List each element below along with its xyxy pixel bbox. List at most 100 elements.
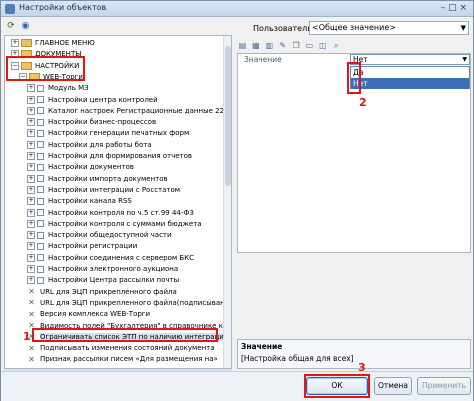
expand-icon[interactable]: + bbox=[27, 253, 35, 262]
tree-item[interactable]: ✕ Подписывать изменения состояний докумен… bbox=[27, 343, 215, 354]
settings-node-icon bbox=[37, 276, 44, 284]
cancel-button[interactable]: Отмена bbox=[374, 377, 412, 395]
tree-item[interactable]: + Настройки центра контролей bbox=[27, 95, 158, 106]
scrollbar-thumb[interactable] bbox=[225, 46, 231, 186]
tree-item[interactable]: + Настройки бизнес-процессов bbox=[27, 117, 156, 128]
tree-item[interactable]: + ГЛАВНОЕ МЕНЮ bbox=[11, 38, 95, 49]
property-name: Значение bbox=[244, 55, 282, 64]
annotation-box-option bbox=[32, 328, 218, 342]
tree-item-label: Настройки генерации печатных форм bbox=[48, 129, 190, 138]
user-select[interactable]: <Общее значение> ▼ bbox=[309, 21, 469, 35]
expand-icon[interactable]: + bbox=[27, 129, 35, 138]
window-controls[interactable]: – □ × bbox=[441, 3, 467, 13]
tree-item[interactable]: + Настройки импорта документов bbox=[27, 174, 168, 185]
annotation-number-1: 1 bbox=[23, 330, 31, 343]
dropdown-option-yes[interactable]: Да bbox=[351, 67, 469, 78]
settings-node-icon bbox=[37, 231, 44, 239]
tree-item[interactable]: + Настройки электронного аукциона bbox=[27, 264, 178, 275]
chevron-down-icon[interactable]: ▼ bbox=[462, 55, 467, 64]
settings-node-icon bbox=[37, 118, 44, 126]
tree-scrollbar[interactable] bbox=[223, 36, 231, 368]
property-value-select[interactable]: Нет ▼ bbox=[350, 54, 470, 65]
search-icon[interactable]: ⌕ bbox=[331, 40, 342, 51]
tree-item[interactable]: ✕ Признак рассылки писем «Для размещения … bbox=[27, 354, 218, 365]
dropdown-option-no[interactable]: Нет bbox=[351, 78, 469, 89]
refresh-icon[interactable]: ⟳ bbox=[5, 20, 17, 32]
expand-icon[interactable]: + bbox=[27, 242, 35, 251]
tools-icon: ✕ bbox=[28, 309, 35, 319]
tree-item[interactable]: ✕ URL для ЭЦП прикрепленного файла bbox=[27, 287, 177, 298]
annotation-box-dropdown bbox=[347, 62, 361, 94]
tree-item-label: Настройки интеграции с Росстатом bbox=[48, 185, 181, 194]
tree-item[interactable]: + Настройки контроля с суммами бюджета bbox=[27, 219, 202, 230]
tree-item[interactable]: + Настройки канала RSS bbox=[27, 196, 132, 207]
expand-icon[interactable]: + bbox=[27, 95, 35, 104]
sort-icon[interactable]: ▤ bbox=[237, 40, 248, 51]
user-select-value: <Общее значение> bbox=[312, 23, 396, 32]
expand-icon[interactable]: + bbox=[27, 106, 35, 115]
expand-icon[interactable]: + bbox=[27, 163, 35, 172]
tree-item-label: Модуль МЗ bbox=[48, 84, 89, 93]
tree-item-label: Настройки электронного аукциона bbox=[48, 265, 179, 273]
expand-icon[interactable]: + bbox=[27, 84, 35, 93]
tree-item[interactable]: + Модуль МЗ bbox=[27, 83, 89, 94]
description-title: Значение bbox=[241, 342, 283, 351]
settings-node-icon bbox=[37, 141, 44, 149]
tree-item[interactable]: + Настройки документов bbox=[27, 162, 134, 173]
settings-node-icon bbox=[37, 186, 44, 194]
tree-item-label: Настройки центра контролей bbox=[48, 95, 158, 104]
expand-icon[interactable]: + bbox=[11, 39, 19, 47]
copy-icon[interactable]: ❐ bbox=[291, 40, 302, 51]
tree-item-label: Настройки импорта документов bbox=[48, 174, 168, 183]
description-text: [Настройка общая для всех] bbox=[241, 354, 354, 363]
tree-item[interactable]: + Настройки для формирования отчетов bbox=[27, 151, 192, 162]
tree-item-label: Настройки контроля по ч.5 ст.99 44-ФЗ bbox=[48, 208, 194, 217]
expand-icon[interactable]: + bbox=[27, 152, 35, 160]
tree-item[interactable]: + Настройки регистрации bbox=[27, 241, 137, 252]
expand-icon[interactable]: + bbox=[27, 197, 35, 206]
tree-item-label: Версия комплекса WEB-Торги bbox=[40, 310, 151, 319]
layers-icon[interactable]: ◫ bbox=[317, 40, 328, 51]
edit-icon[interactable]: ✎ bbox=[277, 40, 288, 51]
annotation-number-2: 2 bbox=[359, 96, 367, 109]
tree-item[interactable]: + Настройки для работы бота bbox=[27, 140, 152, 151]
settings-tree[interactable]: + ГЛАВНОЕ МЕНЮ + ДОКУМЕНТЫ − НАСТРОЙКИ − WEB-То… bbox=[4, 35, 232, 369]
settings-node-icon bbox=[37, 197, 44, 205]
tree-item[interactable]: + Настройки интеграции с Росстатом bbox=[27, 185, 180, 196]
expand-icon[interactable]: + bbox=[27, 118, 35, 127]
apply-button[interactable]: Применить bbox=[417, 377, 471, 395]
settings-node-icon bbox=[37, 152, 44, 160]
tree-item[interactable]: ✕ Версия комплекса WEB-Торги bbox=[27, 309, 150, 320]
user-label: Пользователь: bbox=[253, 24, 315, 33]
filter-icon[interactable]: ▦ bbox=[250, 40, 261, 51]
expand-icon[interactable]: + bbox=[27, 174, 35, 183]
settings-node-icon bbox=[37, 265, 44, 273]
grid-icon[interactable]: ▥ bbox=[264, 40, 275, 51]
binoculars-icon[interactable]: ◉ bbox=[19, 20, 31, 32]
expand-icon[interactable]: + bbox=[27, 231, 35, 240]
tree-item-label: Настройки канала RSS bbox=[48, 197, 132, 206]
tree-item[interactable]: + Настройки общедоступной части bbox=[27, 230, 172, 241]
chevron-down-icon[interactable]: ▼ bbox=[461, 22, 466, 34]
tree-item-label: Настройки контроля с суммами бюджета bbox=[48, 219, 202, 228]
folder-icon bbox=[21, 39, 32, 47]
title-bar: Настройки объектов – □ × bbox=[1, 1, 473, 17]
tree-item[interactable]: + Настройки соединения с сервером БКС bbox=[27, 253, 194, 264]
properties-toolbar: ▤ ▦ ▥ ✎ ❐ ▭ ◫ ⌕ bbox=[237, 40, 342, 52]
tree-item[interactable]: ✕ URL для ЭЦП прикрепленного файла(подпис… bbox=[27, 298, 231, 309]
tree-item[interactable]: + Настройки генерации печатных форм bbox=[27, 128, 189, 139]
expand-icon[interactable]: + bbox=[27, 219, 35, 228]
settings-node-icon bbox=[37, 242, 44, 250]
tree-item[interactable]: + Каталог настроек Регистрационные данные… bbox=[27, 106, 231, 117]
expand-icon[interactable]: + bbox=[27, 208, 35, 217]
expand-icon[interactable]: + bbox=[27, 185, 35, 194]
tools-icon: ✕ bbox=[28, 298, 35, 308]
paste-icon[interactable]: ▭ bbox=[304, 40, 315, 51]
expand-icon[interactable]: + bbox=[27, 265, 35, 273]
tree-item[interactable]: + Настройки Центра рассылки почты bbox=[27, 275, 179, 286]
expand-icon[interactable]: + bbox=[27, 140, 35, 149]
tree-item-label: Подписывать изменения состояний документ… bbox=[40, 344, 215, 353]
expand-icon[interactable]: + bbox=[27, 276, 35, 285]
tree-item-label: URL для ЭЦП прикрепленного файла bbox=[40, 287, 177, 296]
tree-item[interactable]: + Настройки контроля по ч.5 ст.99 44-ФЗ bbox=[27, 208, 194, 219]
